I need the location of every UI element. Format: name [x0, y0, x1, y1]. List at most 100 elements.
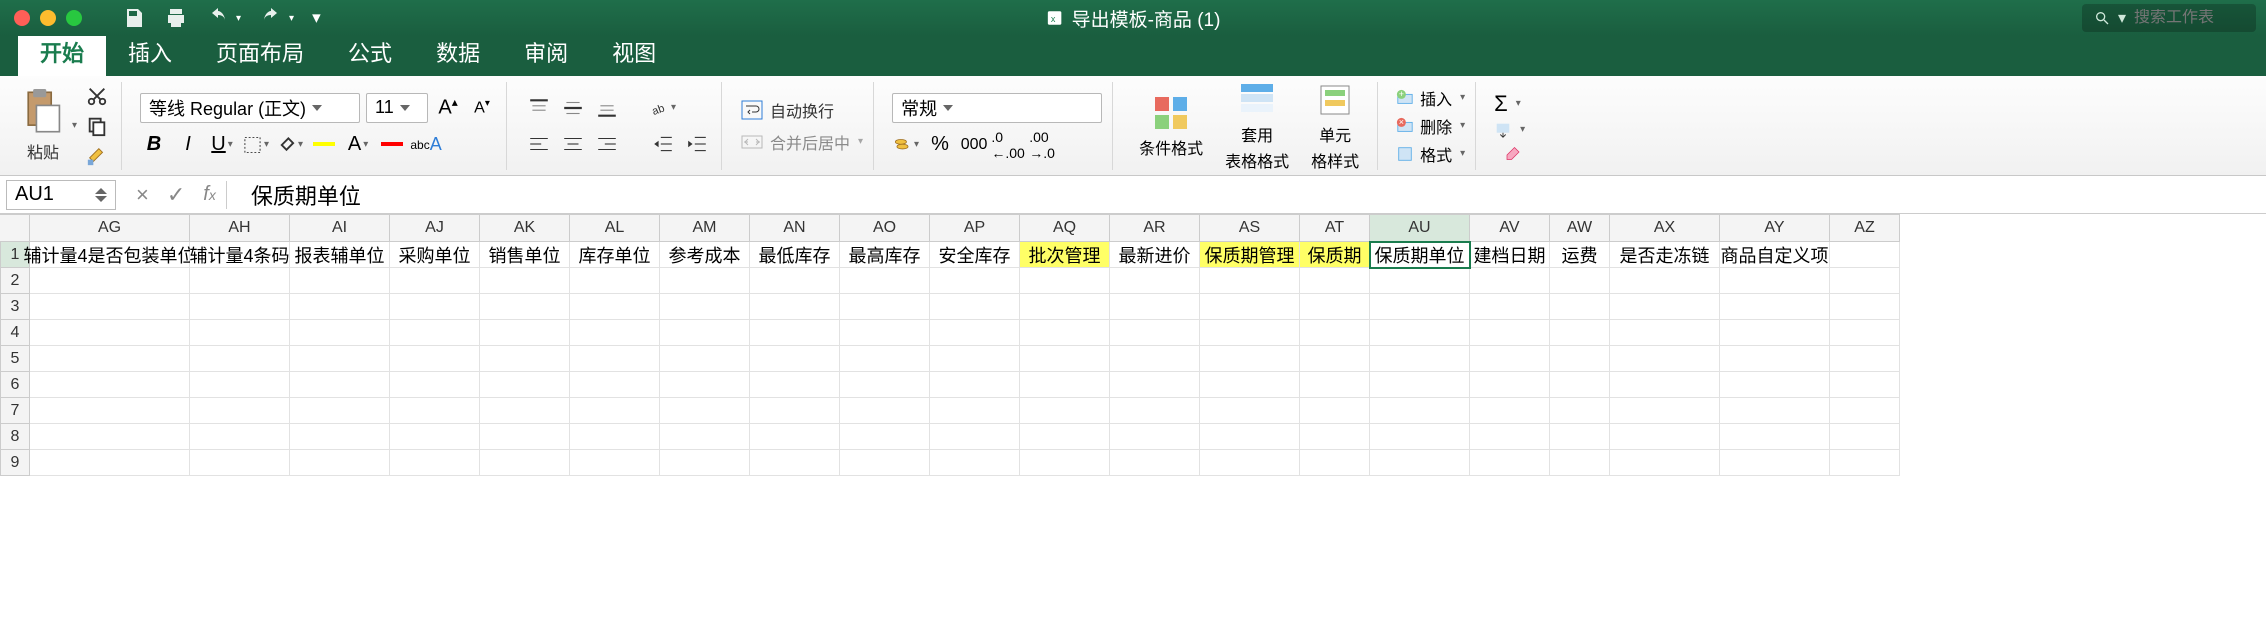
cancel-formula-button[interactable]: ×	[136, 182, 149, 208]
font-color-swatch[interactable]	[378, 135, 406, 155]
cell-AI4[interactable]	[290, 320, 390, 346]
cell-AQ3[interactable]	[1020, 294, 1110, 320]
cell-AX6[interactable]	[1610, 372, 1720, 398]
cell-AT3[interactable]	[1300, 294, 1370, 320]
bold-button[interactable]: B	[140, 131, 168, 159]
cell-AG3[interactable]	[30, 294, 190, 320]
cell-AJ9[interactable]	[390, 450, 480, 476]
cell-AJ4[interactable]	[390, 320, 480, 346]
cell-AR9[interactable]	[1110, 450, 1200, 476]
column-header-AI[interactable]: AI	[290, 214, 390, 242]
copy-button[interactable]	[83, 112, 111, 140]
cell-AI1[interactable]: 报表辅单位	[290, 242, 390, 268]
cell-AJ8[interactable]	[390, 424, 480, 450]
currency-button[interactable]: ▾	[892, 131, 920, 159]
row-header-6[interactable]: 6	[0, 372, 30, 398]
cell-AK9[interactable]	[480, 450, 570, 476]
cell-AK7[interactable]	[480, 398, 570, 424]
align-middle-button[interactable]	[559, 94, 587, 122]
cell-AW8[interactable]	[1550, 424, 1610, 450]
column-header-AT[interactable]: AT	[1300, 214, 1370, 242]
cell-AR1[interactable]: 最新进价	[1110, 242, 1200, 268]
qat-customize-icon[interactable]: ▾	[312, 8, 321, 28]
column-header-AG[interactable]: AG	[30, 214, 190, 242]
cell-AY7[interactable]	[1720, 398, 1830, 424]
align-center-button[interactable]	[559, 130, 587, 158]
spreadsheet-grid[interactable]: AGAHAIAJAKALAMANAOAPAQARASATAUAVAWAXAYAZ…	[0, 214, 2266, 476]
cell-AJ7[interactable]	[390, 398, 480, 424]
cell-AU7[interactable]	[1370, 398, 1470, 424]
align-top-button[interactable]	[525, 94, 553, 122]
cell-AX5[interactable]	[1610, 346, 1720, 372]
cell-AV1[interactable]: 建档日期	[1470, 242, 1550, 268]
cell-AP5[interactable]	[930, 346, 1020, 372]
row-header-7[interactable]: 7	[0, 398, 30, 424]
cell-AV4[interactable]	[1470, 320, 1550, 346]
row-header-3[interactable]: 3	[0, 294, 30, 320]
insert-cells-button[interactable]: +插入▾	[1396, 86, 1465, 110]
cell-AS9[interactable]	[1200, 450, 1300, 476]
cell-AZ6[interactable]	[1830, 372, 1900, 398]
cell-AT5[interactable]	[1300, 346, 1370, 372]
cell-AT6[interactable]	[1300, 372, 1370, 398]
cell-AO5[interactable]	[840, 346, 930, 372]
cell-AL7[interactable]	[570, 398, 660, 424]
row-header-2[interactable]: 2	[0, 268, 30, 294]
increase-indent-button[interactable]	[683, 130, 711, 158]
cell-AG8[interactable]	[30, 424, 190, 450]
cell-AW9[interactable]	[1550, 450, 1610, 476]
cell-AR4[interactable]	[1110, 320, 1200, 346]
cell-AW1[interactable]: 运费	[1550, 242, 1610, 268]
column-header-AR[interactable]: AR	[1110, 214, 1200, 242]
column-header-AX[interactable]: AX	[1610, 214, 1720, 242]
cell-AU6[interactable]	[1370, 372, 1470, 398]
cell-AL6[interactable]	[570, 372, 660, 398]
cell-AK1[interactable]: 销售单位	[480, 242, 570, 268]
cell-AZ4[interactable]	[1830, 320, 1900, 346]
cell-AH6[interactable]	[190, 372, 290, 398]
save-icon[interactable]	[122, 6, 146, 30]
cut-button[interactable]	[83, 82, 111, 110]
cell-AX8[interactable]	[1610, 424, 1720, 450]
cell-AI2[interactable]	[290, 268, 390, 294]
cell-AP8[interactable]	[930, 424, 1020, 450]
underline-button[interactable]: U▾	[208, 131, 236, 159]
column-header-AS[interactable]: AS	[1200, 214, 1300, 242]
search-input[interactable]	[2134, 9, 2244, 27]
merge-center-button[interactable]: 合并后居中 ▾	[740, 130, 863, 154]
cell-AH4[interactable]	[190, 320, 290, 346]
column-header-AW[interactable]: AW	[1550, 214, 1610, 242]
cell-AP7[interactable]	[930, 398, 1020, 424]
cell-AP1[interactable]: 安全库存	[930, 242, 1020, 268]
cell-AM6[interactable]	[660, 372, 750, 398]
row-header-4[interactable]: 4	[0, 320, 30, 346]
cell-AN4[interactable]	[750, 320, 840, 346]
cell-AW7[interactable]	[1550, 398, 1610, 424]
cell-AX1[interactable]: 是否走冻链	[1610, 242, 1720, 268]
column-header-AK[interactable]: AK	[480, 214, 570, 242]
cell-AI3[interactable]	[290, 294, 390, 320]
cell-AU9[interactable]	[1370, 450, 1470, 476]
cell-AY4[interactable]	[1720, 320, 1830, 346]
cell-AI8[interactable]	[290, 424, 390, 450]
cell-AJ2[interactable]	[390, 268, 480, 294]
cell-AW3[interactable]	[1550, 294, 1610, 320]
cell-AN7[interactable]	[750, 398, 840, 424]
cell-AT4[interactable]	[1300, 320, 1370, 346]
decrease-decimal-button[interactable]: .00→.0	[1028, 131, 1056, 159]
font-color-button[interactable]: A▾	[344, 131, 372, 159]
cell-AS3[interactable]	[1200, 294, 1300, 320]
cell-AG6[interactable]	[30, 372, 190, 398]
cell-AG1[interactable]: 辅计量4是否包装单位	[30, 242, 190, 268]
increase-font-button[interactable]: A▴	[434, 94, 462, 122]
cell-AL1[interactable]: 库存单位	[570, 242, 660, 268]
cell-AY6[interactable]	[1720, 372, 1830, 398]
format-cells-button[interactable]: 格式▾	[1396, 142, 1465, 166]
cell-AU2[interactable]	[1370, 268, 1470, 294]
cell-AU1[interactable]: 保质期单位	[1370, 242, 1470, 268]
cell-AL2[interactable]	[570, 268, 660, 294]
italic-button[interactable]: I	[174, 131, 202, 159]
format-painter-button[interactable]	[83, 142, 111, 170]
cell-AO1[interactable]: 最高库存	[840, 242, 930, 268]
cell-AS4[interactable]	[1200, 320, 1300, 346]
